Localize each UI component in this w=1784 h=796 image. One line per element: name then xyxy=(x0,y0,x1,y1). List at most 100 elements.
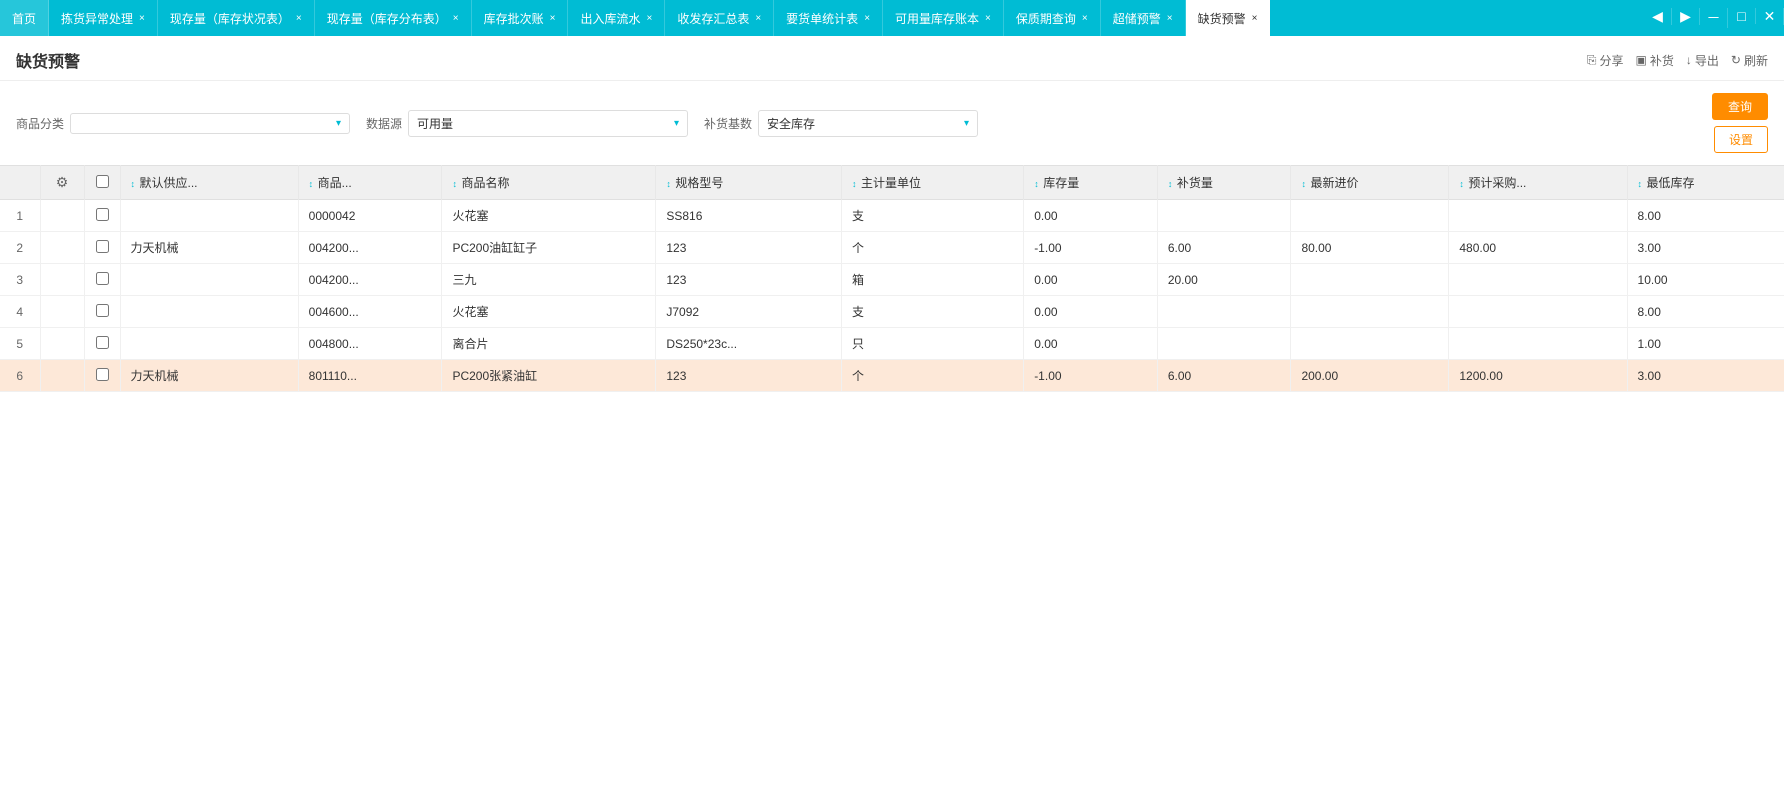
tab-close-icon-5[interactable]: × xyxy=(646,13,652,24)
col-label-stock: 库存量 xyxy=(1043,176,1079,190)
col-header-supplier[interactable]: ↕ 默认供应... xyxy=(120,166,298,200)
tab-prev-btn[interactable]: ◀ xyxy=(1644,8,1672,25)
tab-item-1[interactable]: 拣货异常处理× xyxy=(49,0,158,36)
page-header: 缺货预警 ⎘ 分享 ▣ 补货 ↓ 导出 ↻ 刷新 xyxy=(0,36,1784,81)
cell-latest_price-4 xyxy=(1291,328,1449,360)
tab-close-icon-9[interactable]: × xyxy=(1082,13,1088,24)
cell-product_code-1: 004200... xyxy=(298,232,442,264)
row-checkbox-cell-5[interactable] xyxy=(84,360,120,392)
category-select[interactable]: ▾ xyxy=(70,113,350,134)
row-checkbox-cell-2[interactable] xyxy=(84,264,120,296)
cell-est_purchase-4 xyxy=(1449,328,1627,360)
row-checkbox-cell-4[interactable] xyxy=(84,328,120,360)
table-header: ⚙↕ 默认供应...↕ 商品...↕ 商品名称↕ 规格型号↕ 主计量单位↕ 库存… xyxy=(0,166,1784,200)
tab-item-9[interactable]: 保质期查询× xyxy=(1004,0,1101,36)
cell-min_stock-4: 1.00 xyxy=(1627,328,1784,360)
col-header-unit[interactable]: ↕ 主计量单位 xyxy=(841,166,1023,200)
tab-close-icon-6[interactable]: × xyxy=(755,13,761,24)
tab-close-icon-3[interactable]: × xyxy=(453,13,459,24)
row-checkbox-3[interactable] xyxy=(96,304,109,317)
cell-latest_price-1: 80.00 xyxy=(1291,232,1449,264)
select-all-checkbox[interactable] xyxy=(96,175,109,188)
tab-item-4[interactable]: 库存批次账× xyxy=(472,0,569,36)
settings-gear-icon[interactable]: ⚙ xyxy=(56,174,69,190)
col-header-spec[interactable]: ↕ 规格型号 xyxy=(656,166,842,200)
cell-min_stock-2: 10.00 xyxy=(1627,264,1784,296)
col-header-replenish[interactable]: ↕ 补货量 xyxy=(1157,166,1291,200)
col-label-spec: 规格型号 xyxy=(675,176,723,190)
col-label-replenish: 补货量 xyxy=(1177,176,1213,190)
cell-spec-2: 123 xyxy=(656,264,842,296)
share-btn[interactable]: ⎘ 分享 xyxy=(1587,52,1624,69)
replenish-base-filter-group: 补货基数 安全库存 ▾ xyxy=(704,110,978,137)
tab-minimize-btn[interactable]: － xyxy=(1700,8,1728,28)
row-checkbox-cell-3[interactable] xyxy=(84,296,120,328)
col-header-product_code[interactable]: ↕ 商品... xyxy=(298,166,442,200)
cell-stock-0: 0.00 xyxy=(1024,200,1158,232)
sort-arrow-product_name: ↕ xyxy=(452,179,459,189)
tab-item-0[interactable]: 首页 xyxy=(0,0,49,36)
tab-item-10[interactable]: 超储预警× xyxy=(1101,0,1186,36)
replenish-base-select[interactable]: 安全库存 ▾ xyxy=(758,110,978,137)
data-table: ⚙↕ 默认供应...↕ 商品...↕ 商品名称↕ 规格型号↕ 主计量单位↕ 库存… xyxy=(0,165,1784,392)
sort-arrow-min_stock: ↕ xyxy=(1638,179,1645,189)
row-settings-5 xyxy=(40,360,84,392)
tab-item-7[interactable]: 要货单统计表× xyxy=(774,0,883,36)
tab-close-icon-11[interactable]: × xyxy=(1252,13,1258,24)
row-checkbox-5[interactable] xyxy=(96,368,109,381)
row-checkbox-cell-0[interactable] xyxy=(84,200,120,232)
datasource-select[interactable]: 可用量 ▾ xyxy=(408,110,688,137)
tab-close-icon-10[interactable]: × xyxy=(1167,13,1173,24)
cell-est_purchase-0 xyxy=(1449,200,1627,232)
col-header-latest_price[interactable]: ↕ 最新进价 xyxy=(1291,166,1449,200)
tab-close-icon-8[interactable]: × xyxy=(985,13,991,24)
filter-right-actions: 查询 设置 xyxy=(1712,93,1768,153)
cell-product_code-0: 0000042 xyxy=(298,200,442,232)
col-header-est_purchase[interactable]: ↕ 预计采购... xyxy=(1449,166,1627,200)
cell-product_name-1: PC200油缸缸子 xyxy=(442,232,656,264)
replenish-btn[interactable]: ▣ 补货 xyxy=(1636,52,1674,69)
cell-est_purchase-1: 480.00 xyxy=(1449,232,1627,264)
refresh-btn[interactable]: ↻ 刷新 xyxy=(1731,52,1768,69)
tab-item-11[interactable]: 缺货预警× xyxy=(1186,0,1271,36)
col-header-stock[interactable]: ↕ 库存量 xyxy=(1024,166,1158,200)
row-checkbox-cell-1[interactable] xyxy=(84,232,120,264)
cell-replenish-5: 6.00 xyxy=(1157,360,1291,392)
cell-product_code-4: 004800... xyxy=(298,328,442,360)
row-checkbox-1[interactable] xyxy=(96,240,109,253)
col-header-min_stock[interactable]: ↕ 最低库存 xyxy=(1627,166,1784,200)
query-button[interactable]: 查询 xyxy=(1712,93,1768,120)
sort-arrow-est_purchase: ↕ xyxy=(1459,179,1466,189)
tab-item-3[interactable]: 现存量（库存分布表）× xyxy=(315,0,472,36)
tab-item-6[interactable]: 收发存汇总表× xyxy=(665,0,774,36)
cell-unit-4: 只 xyxy=(841,328,1023,360)
tab-item-8[interactable]: 可用量库存账本× xyxy=(883,0,1004,36)
tab-maximize-btn[interactable]: □ xyxy=(1728,8,1756,24)
datasource-chevron-icon: ▾ xyxy=(674,118,679,129)
sort-arrow-product_code: ↕ xyxy=(309,179,316,189)
col-header-product_name[interactable]: ↕ 商品名称 xyxy=(442,166,656,200)
tab-close-icon-7[interactable]: × xyxy=(864,13,870,24)
col-label-product_code: 商品... xyxy=(318,176,352,190)
tab-close-icon-1[interactable]: × xyxy=(139,13,145,24)
row-checkbox-0[interactable] xyxy=(96,208,109,221)
tab-next-btn[interactable]: ▶ xyxy=(1672,8,1700,25)
tab-item-5[interactable]: 出入库流水× xyxy=(568,0,665,36)
cell-min_stock-3: 8.00 xyxy=(1627,296,1784,328)
sort-arrow-supplier: ↕ xyxy=(131,179,138,189)
row-checkbox-4[interactable] xyxy=(96,336,109,349)
tab-close-icon-2[interactable]: × xyxy=(296,13,302,24)
sort-arrow-replenish: ↕ xyxy=(1168,179,1175,189)
tab-item-2[interactable]: 现存量（库存状况表）× xyxy=(158,0,315,36)
col-header-settings: ⚙ xyxy=(40,166,84,200)
row-checkbox-2[interactable] xyxy=(96,272,109,285)
export-btn[interactable]: ↓ 导出 xyxy=(1686,52,1719,69)
cell-est_purchase-2 xyxy=(1449,264,1627,296)
tab-container: 首页拣货异常处理×现存量（库存状况表）×现存量（库存分布表）×库存批次账×出入库… xyxy=(0,0,1644,36)
cell-spec-1: 123 xyxy=(656,232,842,264)
settings-button[interactable]: 设置 xyxy=(1714,126,1768,153)
cell-replenish-2: 20.00 xyxy=(1157,264,1291,296)
tab-close-btn[interactable]: ✕ xyxy=(1756,8,1784,25)
cell-replenish-1: 6.00 xyxy=(1157,232,1291,264)
tab-close-icon-4[interactable]: × xyxy=(550,13,556,24)
